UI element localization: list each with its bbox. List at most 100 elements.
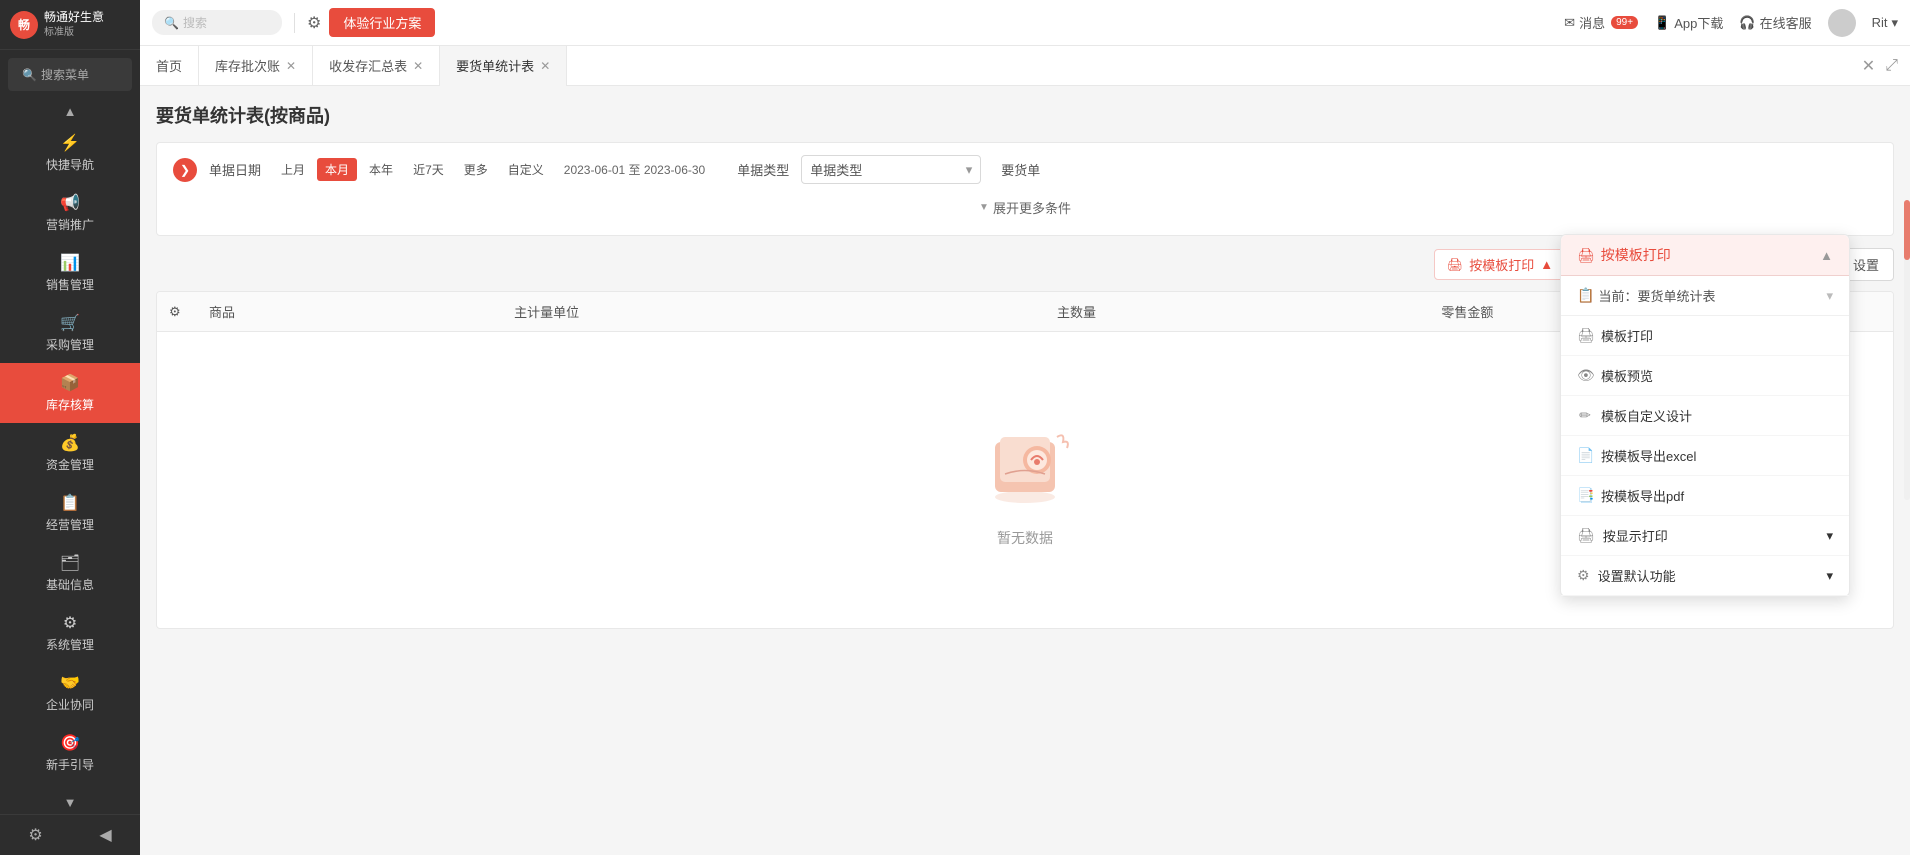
dropdown-group-set-default[interactable]: ⚙ 设置默认功能 ▾ (1561, 556, 1849, 596)
footer-settings-icon[interactable]: ⚙ (28, 825, 42, 845)
col-qty: 主数量 (1045, 292, 1429, 332)
date-tab-7days[interactable]: 近7天 (405, 158, 452, 181)
logo-icon: 畅 (10, 11, 38, 39)
date-tabs: 上月 本月 本年 近7天 更多 自定义 (273, 158, 552, 181)
dropdown-printer-icon: 🖨 (1577, 247, 1595, 264)
current-template-item[interactable]: 📋 当前：要货单统计表 ▾ (1561, 276, 1849, 316)
sidebar-search[interactable]: 🔍 搜索菜单 (8, 58, 132, 91)
sidebar-item-marketing[interactable]: 📢 营销推广 (0, 183, 140, 243)
date-tab-more[interactable]: 更多 (456, 158, 496, 181)
tabbar: 首页 库存批次账 ✕ 收发存汇总表 ✕ 要货单统计表 ✕ ✕ ⤢ (140, 46, 1910, 86)
set-default-icon: ⚙ (1577, 567, 1590, 584)
print-template-dropdown: 🖨 按模板打印 ▲ 📋 当前：要货单统计表 ▾ 🖨 模板打印 👁 模板预览 (1560, 234, 1850, 597)
tab-close-receivable-summary[interactable]: ✕ (413, 59, 423, 73)
guide-icon: 🎯 (60, 733, 80, 753)
filter-row: ❯ 单据日期 上月 本月 本年 近7天 更多 自定义 2023-06-01 至 … (173, 155, 1877, 184)
order-type-value: 单据类型 (810, 160, 862, 179)
quick-nav-icon: ⚡ (60, 133, 80, 153)
dropdown-up-icon[interactable]: ▲ (1820, 248, 1833, 263)
online-service-btn[interactable]: 🎧 在线客服 (1739, 13, 1811, 32)
tabbar-right: ✕ ⤢ (1862, 56, 1910, 76)
page-title: 要货单统计表(按商品) (156, 102, 1894, 128)
date-tab-this-month[interactable]: 本月 (317, 158, 357, 181)
user-chevron-icon: ▾ (1891, 15, 1898, 31)
dropdown-item-export-excel[interactable]: 📄 按模板导出excel (1561, 436, 1849, 476)
template-design-icon: ✏ (1577, 407, 1593, 424)
inventory-icon: 📦 (60, 373, 80, 393)
app-download-btn[interactable]: 📱 App下载 (1654, 13, 1723, 32)
scrollbar-thumb[interactable] (1904, 200, 1910, 260)
sidebar-item-collab[interactable]: 🤝 企业协同 (0, 663, 140, 723)
template-print-icon: 🖨 (1577, 327, 1593, 344)
filter-expand-btn[interactable]: ▼ 展开更多条件 (173, 192, 1877, 223)
dropdown-header-controls: ▲ (1820, 248, 1833, 263)
sidebar-item-sales[interactable]: 📊 销售管理 (0, 243, 140, 303)
tab-close-inventory-batch[interactable]: ✕ (286, 59, 296, 73)
export-excel-icon: 📄 (1577, 447, 1593, 464)
dropdown-item-template-design[interactable]: ✏ 模板自定义设计 (1561, 396, 1849, 436)
sidebar-item-inventory[interactable]: 📦 库存核算 (0, 363, 140, 423)
messages-btn[interactable]: ✉ 消息 99+ (1564, 13, 1638, 32)
current-template-chevron-icon: ▾ (1826, 288, 1833, 304)
topbar-search[interactable]: 🔍 搜索 (152, 10, 282, 35)
dropdown-item-export-pdf[interactable]: 📑 按模板导出pdf (1561, 476, 1849, 516)
sidebar: 畅 畅通好生意 标准版 🔍 搜索菜单 ▲ ⚡ 快捷导航 📢 营销推广 📊 销售管… (0, 0, 140, 855)
search-icon: 🔍 (22, 68, 37, 82)
sidebar-item-guide[interactable]: 🎯 新手引导 (0, 723, 140, 783)
export-pdf-icon: 📑 (1577, 487, 1593, 504)
tab-order-stats[interactable]: 要货单统计表 ✕ (440, 46, 567, 86)
marketing-icon: 📢 (60, 193, 80, 213)
sidebar-item-appstore[interactable]: 🏪 应用中心 (0, 783, 140, 790)
dropdown-group-display-print[interactable]: 🖨 按显示打印 ▾ (1561, 516, 1849, 556)
display-print-icon: 🖨 (1577, 527, 1595, 544)
col-product: 商品 (197, 292, 502, 332)
filter-bar: ❯ 单据日期 上月 本月 本年 近7天 更多 自定义 2023-06-01 至 … (156, 142, 1894, 236)
print-template-btn[interactable]: 🖨 按模板打印 ▲ (1434, 249, 1566, 280)
display-print-left: 🖨 按显示打印 (1577, 526, 1668, 545)
order-type-select[interactable]: 单据类型 ▾ (801, 155, 981, 184)
set-default-chevron-icon: ▾ (1826, 568, 1833, 584)
date-tab-custom[interactable]: 自定义 (500, 158, 552, 181)
tab-home[interactable]: 首页 (140, 46, 199, 86)
dropdown-item-template-preview[interactable]: 👁 模板预览 (1561, 356, 1849, 396)
user-name[interactable]: Rit ▾ (1872, 15, 1898, 31)
date-tab-last-month[interactable]: 上月 (273, 158, 313, 181)
trial-btn[interactable]: 体验行业方案 (329, 8, 435, 37)
sidebar-item-operations[interactable]: 📋 经营管理 (0, 483, 140, 543)
col-settings[interactable]: ⚙ (157, 292, 197, 332)
right-scrollbar[interactable] (1904, 200, 1910, 500)
dropdown-item-template-print[interactable]: 🖨 模板打印 (1561, 316, 1849, 356)
tab-close-order-stats[interactable]: ✕ (540, 59, 550, 73)
filter-collapse-btn[interactable]: ❯ (173, 158, 197, 182)
print-chevron-up-icon: ▲ (1540, 257, 1553, 272)
scroll-up-btn[interactable]: ▲ (0, 99, 140, 123)
sidebar-item-quick-nav[interactable]: ⚡ 快捷导航 (0, 123, 140, 183)
user-avatar[interactable] (1828, 9, 1856, 37)
phone-icon: 📱 (1654, 15, 1670, 31)
tab-expand-icon[interactable]: ⤢ (1885, 57, 1898, 75)
sidebar-nav: ⚡ 快捷导航 📢 营销推广 📊 销售管理 🛒 采购管理 📦 库存核算 💰 资金管… (0, 123, 140, 790)
date-range: 2023-06-01 至 2023-06-30 (564, 161, 705, 178)
operations-icon: 📋 (60, 493, 80, 513)
sidebar-item-finance[interactable]: 💰 资金管理 (0, 423, 140, 483)
scroll-down-btn[interactable]: ▼ (0, 790, 140, 814)
footer-collapse-icon[interactable]: ◀ (99, 825, 111, 845)
dropdown-header: 🖨 按模板打印 ▲ (1561, 235, 1849, 276)
col-unit: 主计量单位 (502, 292, 1045, 332)
template-preview-icon: 👁 (1577, 367, 1593, 384)
set-default-left: ⚙ 设置默认功能 (1577, 566, 1676, 585)
sidebar-item-purchase[interactable]: 🛒 采购管理 (0, 303, 140, 363)
page-content: 要货单统计表(按商品) ❯ 单据日期 上月 本月 本年 近7天 更多 自定义 2… (140, 86, 1910, 855)
tab-close-all-icon[interactable]: ✕ (1862, 56, 1875, 76)
dropdown-title: 🖨 按模板打印 (1577, 245, 1671, 265)
sidebar-item-basics[interactable]: 🗂 基础信息 (0, 543, 140, 603)
sidebar-item-system[interactable]: ⚙ 系统管理 (0, 603, 140, 663)
basics-icon: 🗂 (60, 553, 80, 573)
tab-receivable-summary[interactable]: 收发存汇总表 ✕ (313, 46, 440, 86)
settings-col-icon: ⚙ (169, 304, 181, 319)
tab-inventory-batch[interactable]: 库存批次账 ✕ (199, 46, 313, 86)
topbar-gear-icon[interactable]: ⚙ (307, 13, 321, 33)
date-tab-this-year[interactable]: 本年 (361, 158, 401, 181)
finance-icon: 💰 (60, 433, 80, 453)
topbar-right: ✉ 消息 99+ 📱 App下载 🎧 在线客服 Rit ▾ (1564, 9, 1898, 37)
